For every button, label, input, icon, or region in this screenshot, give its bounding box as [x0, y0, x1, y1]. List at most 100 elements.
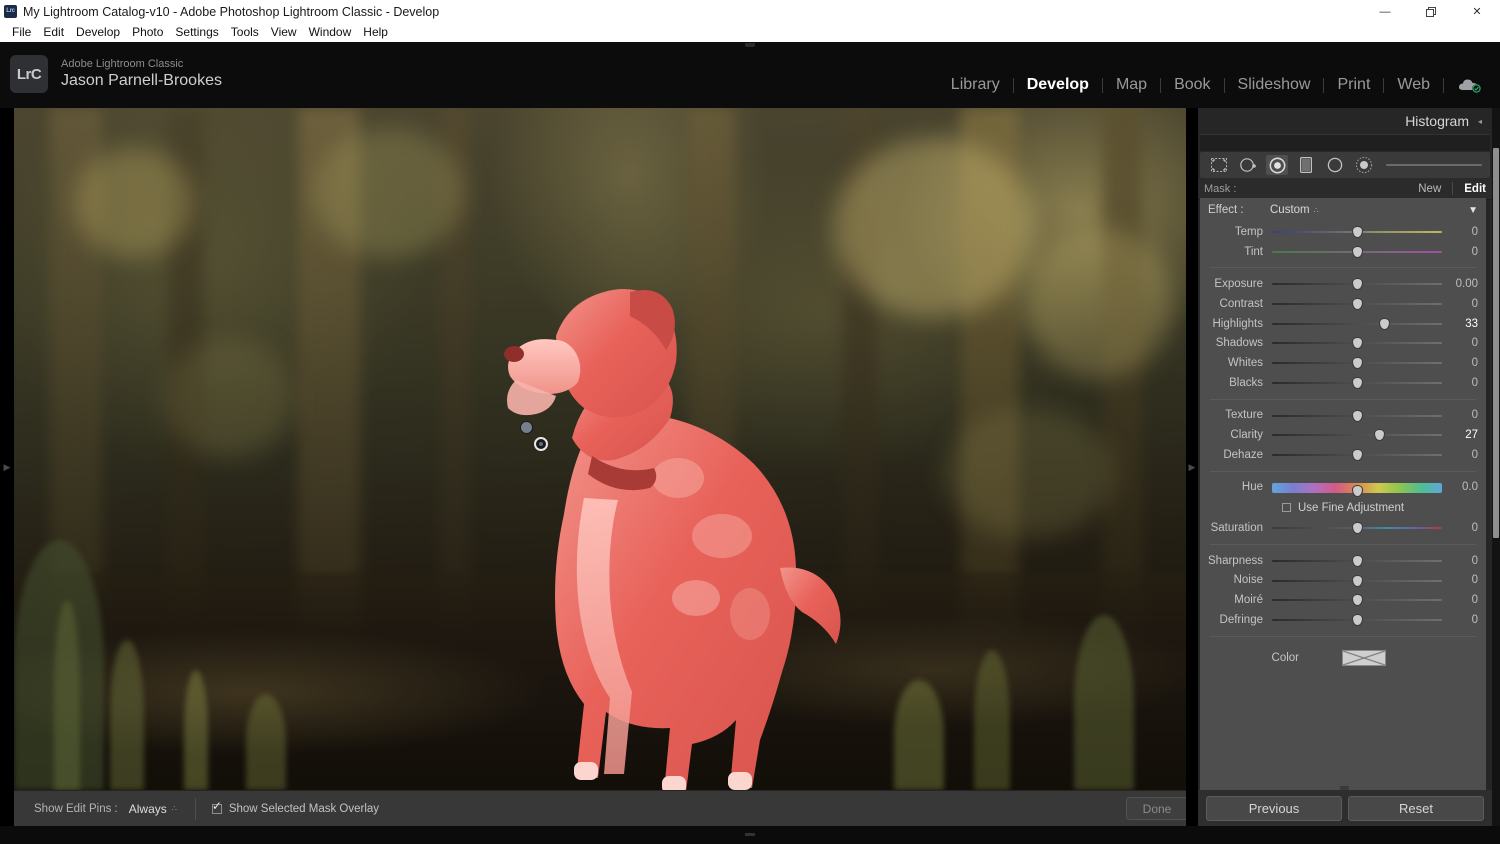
slider-sharpness[interactable]: Sharpness 0 [1200, 551, 1486, 571]
slider-temp[interactable]: Temp 0 [1200, 222, 1486, 242]
slider-knob[interactable] [1351, 337, 1363, 350]
slider-knob[interactable] [1351, 448, 1363, 461]
menu-settings[interactable]: Settings [169, 23, 224, 42]
minimize-button[interactable]: — [1362, 0, 1408, 23]
slider-value[interactable]: 0 [1442, 226, 1478, 238]
slider-knob[interactable] [1351, 614, 1363, 626]
slider-defringe[interactable]: Defringe 0 [1200, 610, 1486, 630]
slider-knob[interactable] [1351, 554, 1363, 567]
collapse-arrow-icon[interactable]: ◂ [1478, 117, 1482, 126]
module-map[interactable]: Map [1103, 74, 1160, 96]
color-row[interactable]: Color [1200, 643, 1486, 673]
slider-whites[interactable]: Whites 0 [1200, 353, 1486, 373]
slider-knob[interactable] [1351, 574, 1363, 587]
slider-hue[interactable]: Hue 0.0 [1200, 478, 1486, 498]
slider-knob[interactable] [1351, 376, 1363, 389]
module-slideshow[interactable]: Slideshow [1225, 74, 1324, 96]
show-edit-pins-value[interactable]: Always [129, 802, 167, 816]
slider-value[interactable]: 0 [1442, 522, 1478, 534]
module-print[interactable]: Print [1324, 74, 1383, 96]
slider-knob[interactable] [1351, 298, 1363, 311]
slider-knob[interactable] [1351, 594, 1363, 607]
effect-expand-triangle-icon[interactable]: ▼ [1468, 205, 1478, 216]
slider-knob[interactable] [1378, 317, 1390, 330]
mask-edit-button[interactable]: Edit [1464, 183, 1486, 195]
slider-noise[interactable]: Noise 0 [1200, 571, 1486, 591]
module-web[interactable]: Web [1384, 74, 1443, 96]
right-panel-collapse-nub[interactable] [1340, 786, 1349, 790]
cloud-sync-icon[interactable] [1458, 76, 1482, 94]
slider-knob[interactable] [1373, 429, 1385, 442]
menu-develop[interactable]: Develop [70, 23, 126, 42]
slider-value[interactable]: 0 [1442, 574, 1478, 586]
slider-knob[interactable] [1351, 484, 1363, 497]
brush-icon[interactable] [1266, 155, 1288, 175]
select-subject-icon[interactable] [1208, 155, 1230, 175]
slider-value[interactable]: 0 [1442, 614, 1478, 626]
slider-shadows[interactable]: Shadows 0 [1200, 333, 1486, 353]
slider-clarity[interactable]: Clarity 27 [1200, 425, 1486, 445]
identity-plate[interactable]: LrC Adobe Lightroom Classic Jason Parnel… [10, 55, 222, 93]
slider-contrast[interactable]: Contrast 0 [1200, 294, 1486, 314]
histogram-header[interactable]: Histogram ◂ [1198, 108, 1492, 134]
slider-value[interactable]: 0 [1442, 594, 1478, 606]
module-develop[interactable]: Develop [1014, 74, 1102, 96]
slider-blacks[interactable]: Blacks 0 [1200, 373, 1486, 393]
slider-value[interactable]: 0 [1442, 377, 1478, 389]
brush-size-slider[interactable] [1386, 164, 1482, 166]
slider-value[interactable]: 0.00 [1442, 278, 1478, 290]
module-library[interactable]: Library [938, 74, 1013, 96]
slider-track[interactable] [1272, 322, 1442, 325]
slider-knob[interactable] [1351, 226, 1363, 238]
slider-value[interactable]: 0 [1442, 246, 1478, 258]
left-panel-toggle[interactable]: ▶ [0, 108, 14, 826]
radial-gradient-icon[interactable] [1324, 155, 1346, 175]
radial-gradient-pin-icon[interactable] [1237, 155, 1259, 175]
slider-value[interactable]: 0 [1442, 449, 1478, 461]
menu-edit[interactable]: Edit [37, 23, 70, 42]
slider-value[interactable]: 0 [1442, 298, 1478, 310]
brush-size-icon[interactable] [1353, 155, 1375, 175]
slider-knob[interactable] [1351, 522, 1363, 535]
slider-saturation[interactable]: Saturation 0 [1200, 518, 1486, 538]
scrollbar-thumb[interactable] [1493, 148, 1499, 538]
slider-dehaze[interactable]: Dehaze 0 [1200, 445, 1486, 465]
top-panel-toggle[interactable] [745, 43, 755, 47]
effect-row[interactable]: Effect : Custom ∴ ▼ [1200, 198, 1486, 222]
right-panel-toggle[interactable]: ▶ [1186, 108, 1198, 826]
chevron-down-icon[interactable]: ∴ [1314, 206, 1319, 215]
chevron-down-icon[interactable]: ∴ [172, 804, 177, 813]
filmstrip-bar[interactable] [0, 826, 1500, 844]
slider-track[interactable] [1272, 434, 1442, 437]
close-button[interactable]: ✕ [1454, 0, 1500, 23]
use-fine-adjustment-checkbox[interactable] [1281, 503, 1291, 513]
slider-value[interactable]: 33 [1442, 318, 1478, 330]
module-book[interactable]: Book [1161, 74, 1223, 96]
slider-knob[interactable] [1351, 245, 1363, 258]
edit-pin-secondary[interactable] [534, 437, 548, 451]
edit-pin-primary[interactable] [520, 421, 533, 434]
slider-value[interactable]: 0 [1442, 555, 1478, 567]
effect-value[interactable]: Custom [1270, 204, 1310, 216]
slider-value[interactable]: 0 [1442, 357, 1478, 369]
slider-exposure[interactable]: Exposure 0.00 [1200, 274, 1486, 294]
menu-photo[interactable]: Photo [126, 23, 169, 42]
mask-new-button[interactable]: New [1418, 183, 1441, 195]
reset-button[interactable]: Reset [1348, 795, 1484, 821]
maximize-button[interactable] [1408, 0, 1454, 23]
menu-file[interactable]: File [6, 23, 37, 42]
slider-knob[interactable] [1351, 409, 1363, 422]
slider-knob[interactable] [1351, 357, 1363, 370]
slider-value[interactable]: 27 [1442, 429, 1478, 441]
menu-tools[interactable]: Tools [225, 23, 265, 42]
slider-knob[interactable] [1351, 278, 1363, 291]
slider-highlights[interactable]: Highlights 33 [1200, 314, 1486, 334]
menu-view[interactable]: View [265, 23, 303, 42]
menu-help[interactable]: Help [357, 23, 394, 42]
slider-value[interactable]: 0 [1442, 337, 1478, 349]
filmstrip-toggle[interactable] [745, 833, 755, 836]
slider-moire[interactable]: Moiré 0 [1200, 590, 1486, 610]
menu-window[interactable]: Window [303, 23, 358, 42]
use-fine-adjustment-row[interactable]: Use Fine Adjustment [1200, 497, 1486, 518]
previous-button[interactable]: Previous [1206, 795, 1342, 821]
